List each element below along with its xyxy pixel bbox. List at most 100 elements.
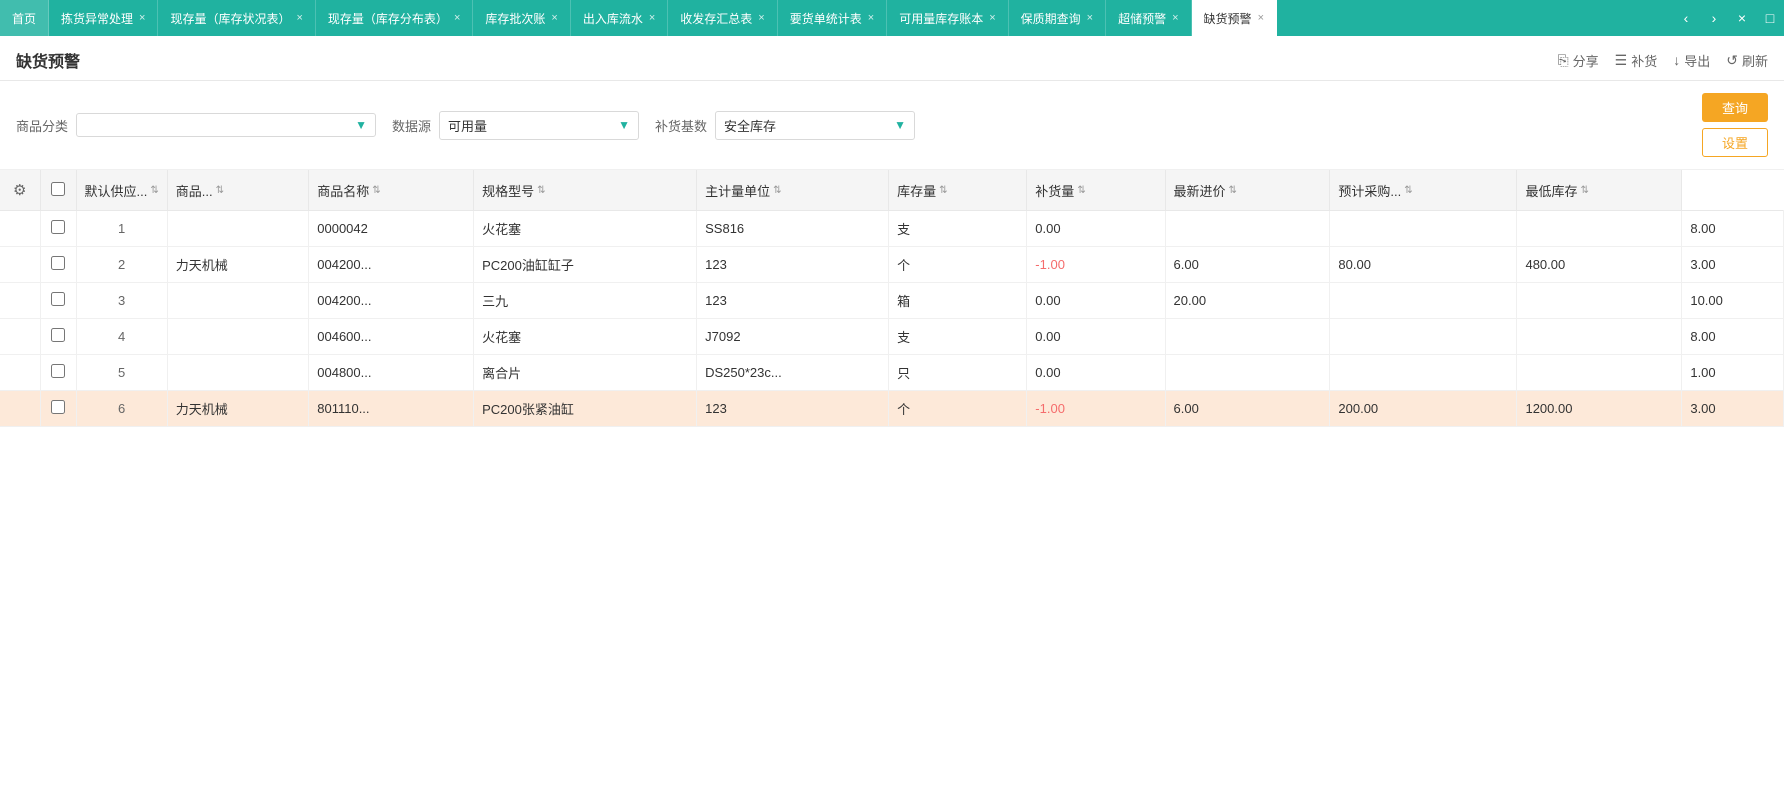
datasource-dropdown-icon: ▼ xyxy=(618,118,630,132)
col-header-spec[interactable]: 规格型号 ⇅ xyxy=(474,170,697,211)
category-select[interactable]: ▼ xyxy=(76,113,376,137)
table-settings-gear-icon[interactable]: ⚙ xyxy=(10,180,30,200)
sort-replenish-qty-icon: ⇅ xyxy=(1077,185,1085,196)
tab-inventory-status[interactable]: 现存量（库存状况表） × xyxy=(158,0,315,36)
row-supplier-1: 力天机械 xyxy=(167,247,309,283)
tab-close-1[interactable]: × xyxy=(139,12,145,24)
row-spec-3: J7092 xyxy=(697,319,889,355)
tab-close-all-button[interactable]: × xyxy=(1728,0,1756,36)
tab-nav-buttons: ‹ › × □ xyxy=(1672,0,1784,36)
table-row: 6 力天机械 801110... PC200张紧油缸 123 个 -1.00 6… xyxy=(0,391,1784,427)
row-supplier-2 xyxy=(167,283,309,319)
tab-shortage[interactable]: 缺货预警 × xyxy=(1192,0,1277,36)
tab-close-4[interactable]: × xyxy=(551,12,557,24)
row-spec-4: DS250*23c... xyxy=(697,355,889,391)
tab-close-9[interactable]: × xyxy=(1087,12,1093,24)
tab-quality-period[interactable]: 保质期查询 × xyxy=(1009,0,1106,36)
row-spec-1: 123 xyxy=(697,247,889,283)
col-header-goods-name[interactable]: 商品名称 ⇅ xyxy=(309,170,474,211)
tab-close-5[interactable]: × xyxy=(649,12,655,24)
filter-actions: 查询 设置 xyxy=(1702,93,1768,157)
replenish-button[interactable]: ☰ 补货 xyxy=(1615,51,1658,70)
table-row: 1 0000042 火花塞 SS816 支 0.00 8.00 xyxy=(0,211,1784,247)
replenish-base-select-value: 安全库存 xyxy=(724,116,776,135)
row-checkbox-cell[interactable] xyxy=(40,247,76,283)
settings-button[interactable]: 设置 xyxy=(1702,128,1768,157)
tab-available-stock[interactable]: 可用量库存账本 × xyxy=(887,0,1008,36)
replenish-icon: ☰ xyxy=(1615,52,1628,69)
replenish-base-filter-group: 补货基数 安全库存 ▼ xyxy=(655,111,915,140)
row-checkbox-5[interactable] xyxy=(51,400,65,414)
row-checkbox-2[interactable] xyxy=(51,292,65,306)
select-all-checkbox[interactable] xyxy=(51,182,65,196)
export-button[interactable]: ↓ 导出 xyxy=(1673,51,1710,70)
tab-summary[interactable]: 收发存汇总表 × xyxy=(668,0,777,36)
row-checkbox-0[interactable] xyxy=(51,220,65,234)
tab-close-7[interactable]: × xyxy=(868,12,874,24)
row-supplier-3 xyxy=(167,319,309,355)
tab-inventory-dist[interactable]: 现存量（库存分布表） × xyxy=(316,0,473,36)
tab-prev-button[interactable]: ‹ xyxy=(1672,0,1700,36)
row-settings-cell xyxy=(0,319,40,355)
row-index-5: 6 xyxy=(76,391,167,427)
sort-goods-name-icon: ⇅ xyxy=(372,185,380,196)
tab-fullscreen-button[interactable]: □ xyxy=(1756,0,1784,36)
category-filter-label: 商品分类 xyxy=(16,116,68,135)
col-header-checkbox[interactable] xyxy=(40,170,76,211)
row-checkbox-cell[interactable] xyxy=(40,355,76,391)
tab-next-button[interactable]: › xyxy=(1700,0,1728,36)
refresh-icon: ↺ xyxy=(1726,52,1738,69)
sort-stock-icon: ⇅ xyxy=(939,185,947,196)
row-goods-code-4: 004800... xyxy=(309,355,474,391)
row-settings-cell xyxy=(0,211,40,247)
col-header-settings[interactable]: ⚙ xyxy=(0,170,40,211)
row-min-stock-1: 3.00 xyxy=(1682,247,1784,283)
sort-supplier-icon: ⇅ xyxy=(150,185,158,196)
replenish-base-select[interactable]: 安全库存 ▼ xyxy=(715,111,915,140)
sort-min-stock-icon: ⇅ xyxy=(1580,185,1588,196)
row-checkbox-cell[interactable] xyxy=(40,283,76,319)
tab-overstock[interactable]: 超储预警 × xyxy=(1106,0,1191,36)
tab-close-11[interactable]: × xyxy=(1258,12,1264,24)
row-unit-1: 个 xyxy=(889,247,1027,283)
row-replenish-qty-4 xyxy=(1165,355,1330,391)
row-checkbox-1[interactable] xyxy=(51,256,65,270)
row-checkbox-cell[interactable] xyxy=(40,391,76,427)
col-header-est-purchase[interactable]: 预计采购... ⇅ xyxy=(1330,170,1517,211)
tab-home[interactable]: 首页 xyxy=(0,0,49,36)
col-header-latest-price[interactable]: 最新进价 ⇅ xyxy=(1165,170,1330,211)
page-content: 缺货预警 ⎘ 分享 ☰ 补货 ↓ 导出 ↺ 刷新 商品分类 xyxy=(0,36,1784,796)
tab-batch-account[interactable]: 库存批次账 × xyxy=(473,0,570,36)
query-button[interactable]: 查询 xyxy=(1702,93,1768,122)
col-header-stock[interactable]: 库存量 ⇅ xyxy=(889,170,1027,211)
row-index-3: 4 xyxy=(76,319,167,355)
col-header-goods-code[interactable]: 商品... ⇅ xyxy=(167,170,309,211)
refresh-button[interactable]: ↺ 刷新 xyxy=(1726,51,1768,70)
row-checkbox-cell[interactable] xyxy=(40,319,76,355)
tab-pick-exception[interactable]: 拣货异常处理 × xyxy=(49,0,158,36)
tab-close-6[interactable]: × xyxy=(758,12,764,24)
row-unit-0: 支 xyxy=(889,211,1027,247)
tab-close-2[interactable]: × xyxy=(296,12,302,24)
row-stock-2: 0.00 xyxy=(1027,283,1165,319)
row-checkbox-3[interactable] xyxy=(51,328,65,342)
page-header: 缺货预警 ⎘ 分享 ☰ 补货 ↓ 导出 ↺ 刷新 xyxy=(0,36,1784,81)
col-header-unit[interactable]: 主计量单位 ⇅ xyxy=(697,170,889,211)
row-checkbox-cell[interactable] xyxy=(40,211,76,247)
tab-close-8[interactable]: × xyxy=(989,12,995,24)
sort-spec-icon: ⇅ xyxy=(537,185,545,196)
datasource-select[interactable]: 可用量 ▼ xyxy=(439,111,639,140)
table-row: 2 力天机械 004200... PC200油缸缸子 123 个 -1.00 6… xyxy=(0,247,1784,283)
share-button[interactable]: ⎘ 分享 xyxy=(1557,51,1598,70)
tab-order-stats[interactable]: 要货单统计表 × xyxy=(778,0,887,36)
tab-close-10[interactable]: × xyxy=(1172,12,1178,24)
row-unit-4: 只 xyxy=(889,355,1027,391)
row-checkbox-4[interactable] xyxy=(51,364,65,378)
col-header-min-stock[interactable]: 最低库存 ⇅ xyxy=(1517,170,1682,211)
col-header-replenish-qty[interactable]: 补货量 ⇅ xyxy=(1027,170,1165,211)
col-header-supplier[interactable]: 默认供应... ⇅ xyxy=(76,170,167,211)
tab-inout-flow[interactable]: 出入库流水 × xyxy=(571,0,668,36)
tab-close-3[interactable]: × xyxy=(454,12,460,24)
table-container: ⚙ 默认供应... ⇅ 商品... ⇅ xyxy=(0,170,1784,427)
table-header-row: ⚙ 默认供应... ⇅ 商品... ⇅ xyxy=(0,170,1784,211)
